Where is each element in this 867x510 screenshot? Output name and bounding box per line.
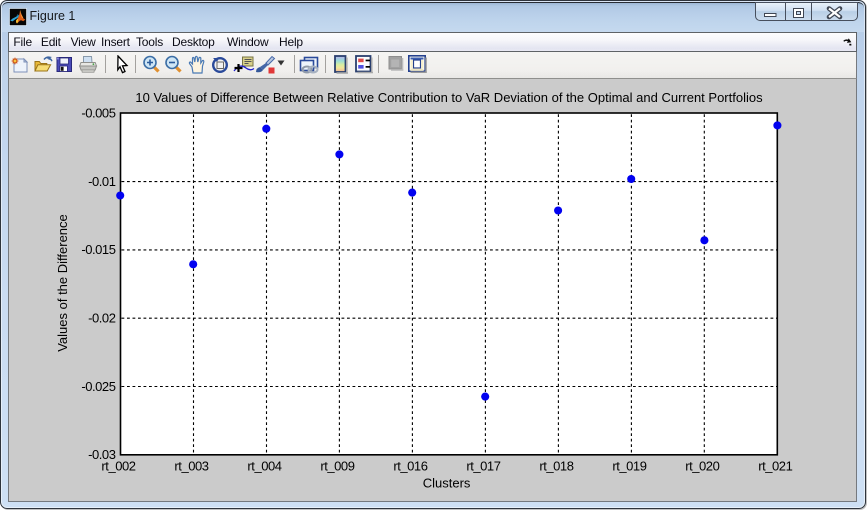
svg-text:rt_019: rt_019	[612, 458, 646, 473]
svg-text:rt_004: rt_004	[247, 458, 281, 473]
svg-text:rt_003: rt_003	[174, 458, 208, 473]
svg-text:10 Values of Difference Betwee: 10 Values of Difference Between Relative…	[135, 90, 763, 105]
svg-text:rt_009: rt_009	[320, 458, 354, 473]
svg-text:-0.005: -0.005	[81, 105, 115, 120]
svg-text:Values of the Difference: Values of the Difference	[55, 214, 70, 352]
svg-text:rt_020: rt_020	[685, 458, 719, 473]
svg-text:rt_017: rt_017	[466, 458, 500, 473]
svg-text:-0.025: -0.025	[81, 378, 115, 393]
svg-text:Clusters: Clusters	[422, 475, 470, 490]
svg-text:-0.015: -0.015	[81, 242, 115, 257]
svg-text:rt_021: rt_021	[758, 458, 792, 473]
svg-text:rt_002: rt_002	[101, 458, 135, 473]
svg-text:rt_018: rt_018	[539, 458, 573, 473]
svg-text:rt_016: rt_016	[393, 458, 427, 473]
svg-text:-0.01: -0.01	[88, 173, 116, 188]
svg-text:-0.02: -0.02	[88, 310, 116, 325]
